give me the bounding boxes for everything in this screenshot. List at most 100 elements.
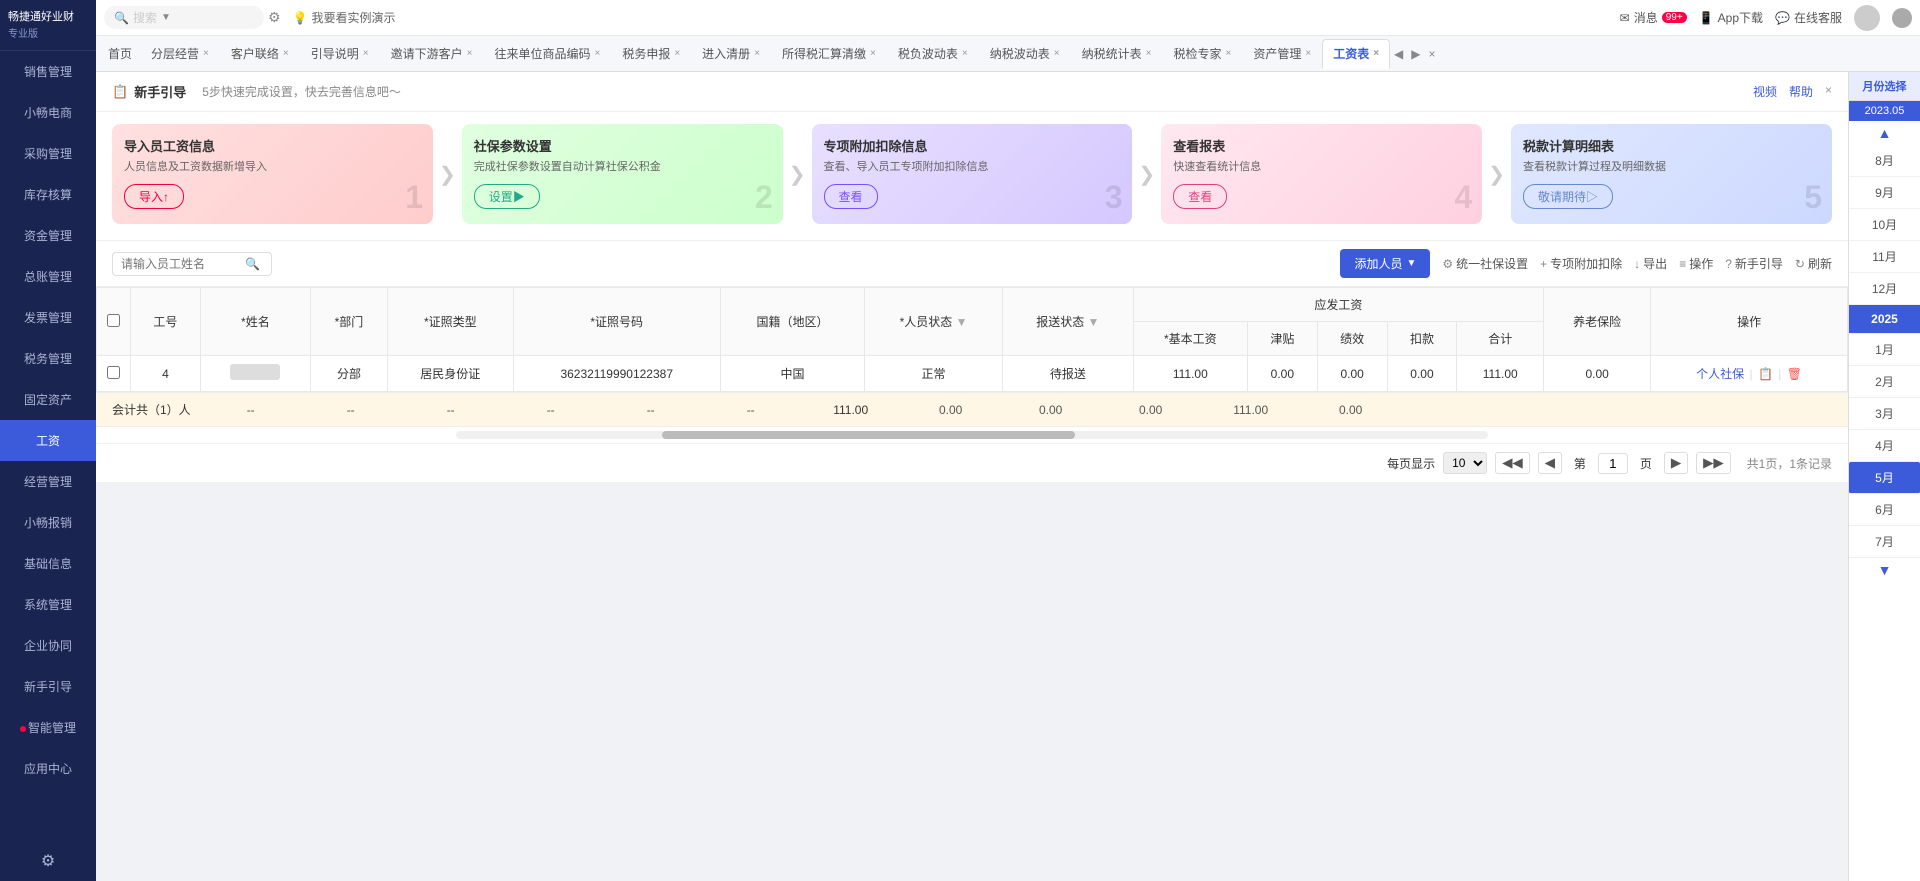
tab-salary-sheet[interactable]: 工资表×	[1322, 39, 1390, 69]
message-badge[interactable]: ✉ 消息 99+	[1620, 9, 1687, 26]
close-icon[interactable]: ×	[754, 48, 760, 59]
employee-search-box[interactable]: 🔍	[112, 252, 272, 276]
month-item-9[interactable]: 9月	[1849, 177, 1920, 209]
sidebar-item-finance[interactable]: 资金管理	[0, 215, 96, 256]
sidebar-item-apps[interactable]: 应用中心	[0, 748, 96, 789]
close-icon[interactable]: ×	[467, 48, 473, 59]
settings-icon[interactable]: ⚙	[8, 851, 88, 871]
online-service-btn[interactable]: 💬 在线客服	[1775, 9, 1842, 26]
step-2-btn[interactable]: 设置▶	[474, 184, 540, 209]
add-employee-btn[interactable]: 添加人员 ▼	[1340, 249, 1430, 278]
month-item-12[interactable]: 12月	[1849, 273, 1920, 305]
month-item-11[interactable]: 11月	[1849, 241, 1920, 273]
close-icon[interactable]: ×	[962, 48, 968, 59]
op-social-insurance[interactable]: 个人社保	[1696, 367, 1744, 381]
fake-scrollbar[interactable]	[456, 431, 1488, 439]
month-nav-down[interactable]: ▼	[1849, 558, 1920, 582]
sidebar-item-guide[interactable]: 新手引导	[0, 666, 96, 707]
close-icon[interactable]: ×	[1373, 48, 1379, 59]
op-delete[interactable]: 🗑	[1787, 367, 1802, 381]
user-avatar-2[interactable]	[1892, 8, 1912, 28]
sidebar-item-operations[interactable]: 经营管理	[0, 461, 96, 502]
month-year-2025[interactable]: 2025	[1849, 305, 1920, 334]
close-icon[interactable]: ×	[1054, 48, 1060, 59]
close-icon[interactable]: ×	[594, 48, 600, 59]
sidebar-item-expense[interactable]: 小畅报销	[0, 502, 96, 543]
tab-income-tax[interactable]: 所得税汇算清缴×	[771, 39, 887, 69]
op-copy[interactable]: 📋	[1758, 367, 1773, 381]
month-item-1[interactable]: 1月	[1849, 334, 1920, 366]
operations-action[interactable]: ≡ 操作	[1679, 255, 1713, 272]
month-item-4[interactable]: 4月	[1849, 430, 1920, 462]
month-year-display[interactable]: 2023.05	[1849, 101, 1920, 121]
step-1-btn[interactable]: 导入↑	[124, 184, 184, 209]
filter-icon-2[interactable]: ▼	[1088, 315, 1100, 329]
tab-layered-ops[interactable]: 分层经营×	[140, 39, 220, 69]
tab-asset-mgmt[interactable]: 资产管理×	[1242, 39, 1322, 69]
next-page-btn[interactable]: ▶	[1664, 452, 1688, 474]
sidebar-item-ledger[interactable]: 总账管理	[0, 256, 96, 297]
special-deduct-action[interactable]: + 专项附加扣除	[1540, 255, 1622, 272]
tab-unit-product-code[interactable]: 往来单位商品编码×	[483, 39, 611, 69]
guide-video-link[interactable]: 视频	[1753, 83, 1777, 100]
tab-tax-expert[interactable]: 税检专家×	[1162, 39, 1242, 69]
tab-tax-fluctuation[interactable]: 税负波动表×	[887, 39, 979, 69]
sidebar-item-sales[interactable]: 销售管理	[0, 51, 96, 92]
user-avatar[interactable]	[1854, 5, 1880, 31]
month-item-8[interactable]: 8月	[1849, 145, 1920, 177]
guide-action[interactable]: ? 新手引导	[1725, 255, 1783, 272]
tab-customer-contact[interactable]: 客户联络×	[220, 39, 300, 69]
tab-close-all[interactable]: ×	[1425, 47, 1440, 61]
sidebar-item-salary[interactable]: 工资	[0, 420, 96, 461]
step-3-btn[interactable]: 查看	[824, 184, 878, 209]
tab-invite-customer[interactable]: 邀请下游客户×	[380, 39, 484, 69]
prev-page-btn[interactable]: ◀	[1538, 452, 1562, 474]
close-icon[interactable]: ×	[283, 48, 289, 59]
sidebar-item-ecommerce[interactable]: 小畅电商	[0, 92, 96, 133]
export-action[interactable]: ↓ 导出	[1634, 255, 1667, 272]
month-nav-up[interactable]: ▲	[1849, 121, 1920, 145]
close-icon[interactable]: ×	[870, 48, 876, 59]
close-icon[interactable]: ×	[1225, 48, 1231, 59]
social-settings-action[interactable]: ⚙ 统一社保设置	[1442, 255, 1528, 272]
page-input[interactable]	[1598, 453, 1628, 474]
first-page-btn[interactable]: ◀◀	[1495, 452, 1530, 474]
sidebar-item-system[interactable]: 系统管理	[0, 584, 96, 625]
sidebar-item-inventory[interactable]: 库存核算	[0, 174, 96, 215]
month-item-10[interactable]: 10月	[1849, 209, 1920, 241]
tab-guide-desc[interactable]: 引导说明×	[300, 39, 380, 69]
tab-clearance[interactable]: 进入清册×	[691, 39, 771, 69]
month-item-2[interactable]: 2月	[1849, 366, 1920, 398]
close-icon[interactable]: ×	[203, 48, 209, 59]
last-page-btn[interactable]: ▶▶	[1696, 452, 1731, 474]
guide-help-link[interactable]: 帮助	[1789, 83, 1813, 100]
month-item-3[interactable]: 3月	[1849, 398, 1920, 430]
tab-tax-stat[interactable]: 纳税统计表×	[1071, 39, 1163, 69]
row-checkbox[interactable]	[107, 366, 120, 379]
demo-link[interactable]: 💡 我要看实例演示	[293, 9, 396, 26]
close-icon[interactable]: ×	[1146, 48, 1152, 59]
tab-nav-right[interactable]: ▶	[1407, 47, 1424, 61]
month-item-6[interactable]: 6月	[1849, 494, 1920, 526]
employee-search-input[interactable]	[121, 257, 241, 271]
close-icon[interactable]: ×	[674, 48, 680, 59]
month-item-7[interactable]: 7月	[1849, 526, 1920, 558]
sidebar-item-tax[interactable]: 税务管理	[0, 338, 96, 379]
guide-close-icon[interactable]: ×	[1825, 83, 1832, 100]
page-size-select[interactable]: 10 20 50	[1443, 452, 1487, 474]
close-icon[interactable]: ×	[1305, 48, 1311, 59]
tab-nav-left[interactable]: ◀	[1390, 47, 1407, 61]
sidebar-item-invoice[interactable]: 发票管理	[0, 297, 96, 338]
app-download-btn[interactable]: 📱 App下载	[1699, 9, 1763, 26]
topbar-search[interactable]: 🔍 搜索 ▼	[104, 6, 264, 29]
sidebar-item-purchase[interactable]: 采购管理	[0, 133, 96, 174]
tab-tax-report[interactable]: 税务申报×	[611, 39, 691, 69]
sidebar-item-ai[interactable]: 智能管理	[0, 707, 96, 748]
sidebar-item-collab[interactable]: 企业协同	[0, 625, 96, 666]
sidebar-item-basic[interactable]: 基础信息	[0, 543, 96, 584]
tab-tax-dynamic[interactable]: 纳税波动表×	[979, 39, 1071, 69]
sidebar-item-assets[interactable]: 固定资产	[0, 379, 96, 420]
filter-icon[interactable]: ▼	[956, 315, 968, 329]
close-icon[interactable]: ×	[363, 48, 369, 59]
settings-gear-icon[interactable]: ⚙	[268, 9, 281, 26]
